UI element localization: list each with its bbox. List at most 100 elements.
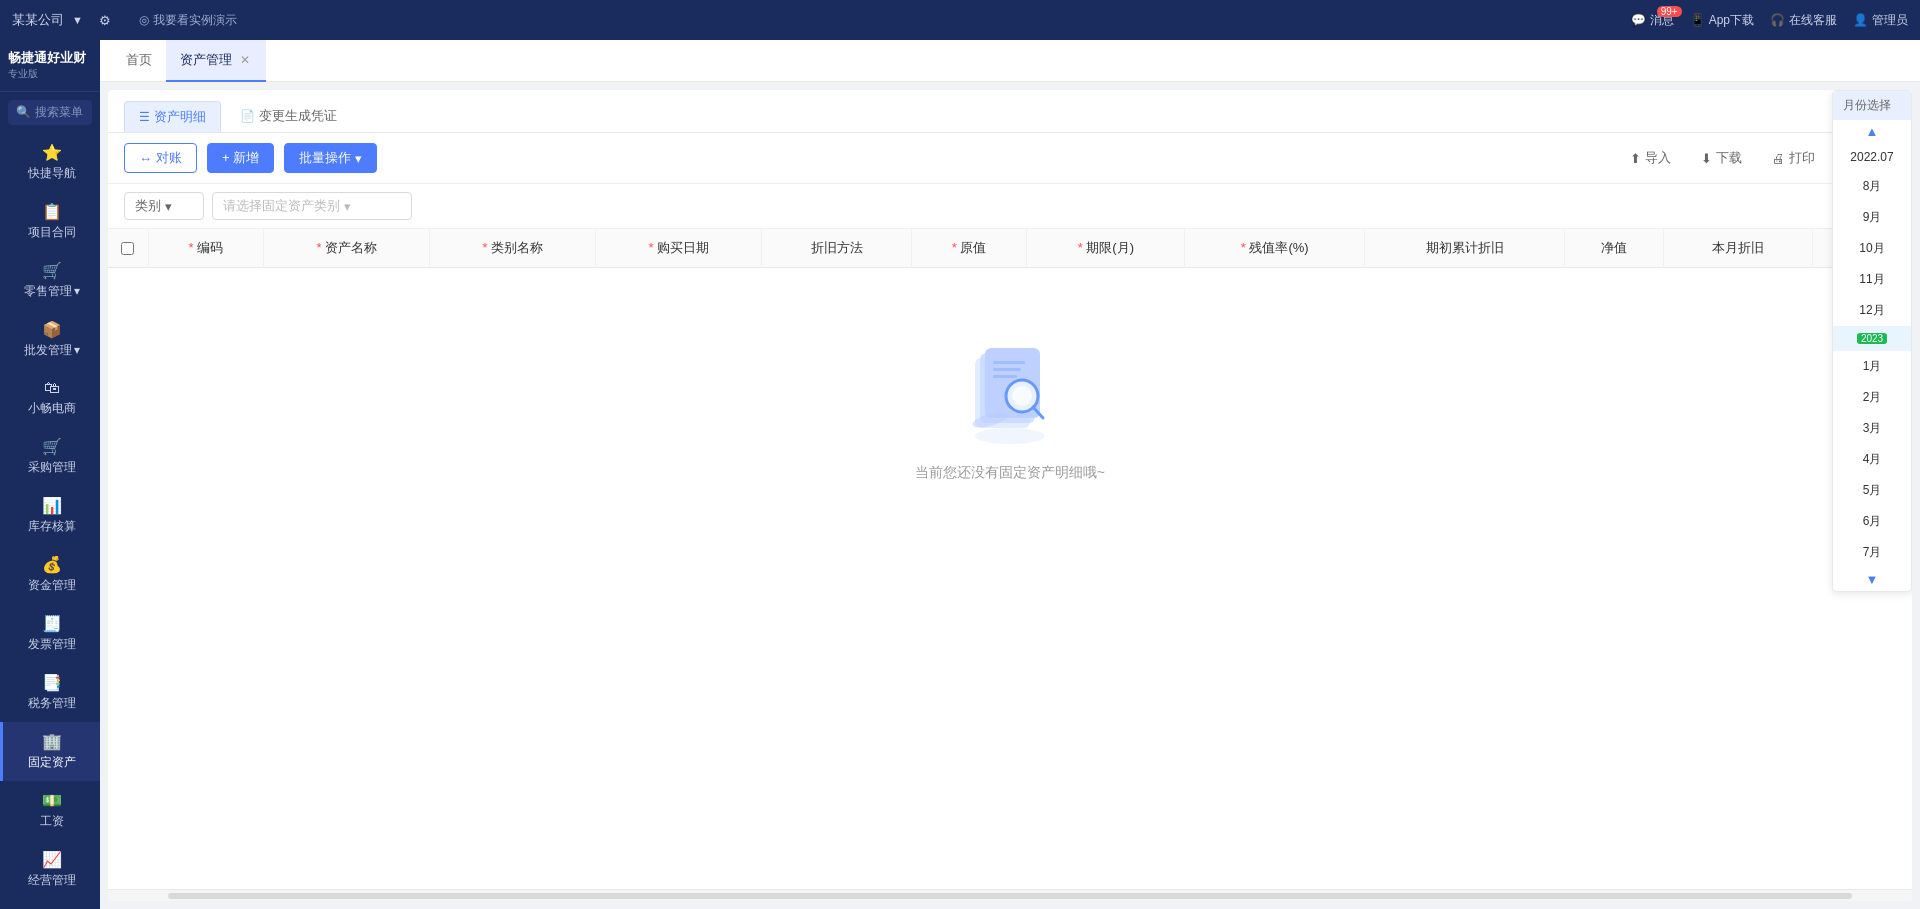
batch-dropdown-icon: ▾ <box>355 151 362 166</box>
download-btn[interactable]: ⬇ 下载 <box>1691 144 1752 172</box>
empty-state: 当前您还没有固定资产明细哦~ <box>108 268 1912 542</box>
user-menu[interactable]: 👤 管理员 <box>1853 12 1908 29</box>
sidebar-item-tax[interactable]: 📑 税务管理 <box>0 663 100 722</box>
month-item-11[interactable]: 11月 <box>1833 264 1911 295</box>
message-icon: 💬 <box>1631 13 1646 27</box>
month-item-1[interactable]: 1月 <box>1833 351 1911 382</box>
sidebar-item-retail[interactable]: 🛒 零售管理 ▾ <box>0 251 100 310</box>
demo-icon: ◎ <box>139 13 149 27</box>
month-item-10[interactable]: 10月 <box>1833 233 1911 264</box>
empty-icon <box>950 328 1070 448</box>
category-select[interactable]: 类别 ▾ <box>124 192 204 220</box>
sub-tab-change-voucher[interactable]: 📄 变更生成凭证 <box>225 100 352 132</box>
top-bar-left: 某某公司 ▼ ⚙ ◎ 我要看实例演示 <box>12 11 1631 29</box>
col-category: * 类别名称 <box>430 229 596 268</box>
toolbar: ↔ 对账 + 新增 批量操作 ▾ ⬆ 导入 ⬇ 下 <box>108 133 1912 184</box>
month-picker-year[interactable]: 2022.07 <box>1833 143 1911 171</box>
category-value-select[interactable]: 请选择固定资产类别 ▾ <box>212 192 412 220</box>
headset-icon: 🎧 <box>1770 13 1785 27</box>
col-code: * 编码 <box>148 229 264 268</box>
sidebar: 畅捷通好业财 专业版 🔍 搜索菜单 ⭐ 快捷导航 📋 项目合同 🛒 零售管理 ▾… <box>0 40 100 909</box>
reconcile-icon: ↔ <box>139 151 152 166</box>
month-item-5[interactable]: 5月 <box>1833 475 1911 506</box>
sub-tabs: ☰ 资产明细 📄 变更生成凭证 <box>108 90 1912 133</box>
month-item-3[interactable]: 3月 <box>1833 413 1911 444</box>
month-item-7[interactable]: 7月 <box>1833 537 1911 568</box>
svg-rect-4 <box>993 361 1025 364</box>
select-all-checkbox[interactable] <box>121 242 134 255</box>
fixed-assets-icon: 🏢 <box>42 732 62 751</box>
table-wrap: * 编码 * 资产名称 * 类别名称 * 购买日期 折旧方法 * 原值 * 期限… <box>108 229 1912 889</box>
col-accumulated-depreciation: 期初累计折旧 <box>1365 229 1565 268</box>
sub-tab-asset-detail[interactable]: ☰ 资产明细 <box>124 101 221 132</box>
fund-icon: 💰 <box>42 555 62 574</box>
month-item-4[interactable]: 4月 <box>1833 444 1911 475</box>
month-picker-up-arrow[interactable]: ▲ <box>1833 120 1911 143</box>
sidebar-item-purchase[interactable]: 🛒 采购管理 <box>0 427 100 486</box>
month-item-2[interactable]: 2月 <box>1833 382 1911 413</box>
col-original-value: * 原值 <box>911 229 1027 268</box>
sidebar-item-invoice[interactable]: 🧾 发票管理 <box>0 604 100 663</box>
settings-icon[interactable]: ⚙ <box>99 13 111 28</box>
sidebar-item-general-ledger[interactable]: 📒 总账管理 <box>0 899 100 909</box>
wholesale-arrow: ▾ <box>74 343 80 357</box>
batch-ops-btn[interactable]: 批量操作 ▾ <box>284 143 377 173</box>
month-picker-down-arrow[interactable]: ▼ <box>1833 568 1911 591</box>
bottom-scroll[interactable] <box>108 889 1912 901</box>
sidebar-item-fund[interactable]: 💰 资金管理 <box>0 545 100 604</box>
online-service-btn[interactable]: 🎧 在线客服 <box>1770 12 1837 29</box>
month-item-9[interactable]: 9月 <box>1833 202 1911 233</box>
reconcile-btn[interactable]: ↔ 对账 <box>124 143 197 173</box>
message-badge: 99+ <box>1657 6 1682 17</box>
col-residual-rate: * 残值率(%) <box>1185 229 1365 268</box>
phone-icon: 📱 <box>1690 13 1705 27</box>
sidebar-item-salary[interactable]: 💵 工资 <box>0 781 100 840</box>
month-item-12[interactable]: 12月 <box>1833 295 1911 326</box>
invoice-icon: 🧾 <box>42 614 62 633</box>
col-checkbox <box>108 229 148 268</box>
tab-close-asset[interactable]: ✕ <box>238 51 252 69</box>
download-icon: ⬇ <box>1701 151 1712 166</box>
category-dropdown-icon: ▾ <box>165 199 172 214</box>
search-icon: 🔍 <box>16 105 31 119</box>
sidebar-item-fixed-assets[interactable]: 🏢 固定资产 <box>0 722 100 781</box>
import-icon: ⬆ <box>1630 151 1641 166</box>
sidebar-item-wholesale[interactable]: 📦 批发管理 ▾ <box>0 310 100 369</box>
col-name: * 资产名称 <box>264 229 430 268</box>
sidebar-item-inventory[interactable]: 📊 库存核算 <box>0 486 100 545</box>
sidebar-item-ecommerce[interactable]: 🛍 小畅电商 <box>0 369 100 427</box>
assets-table: * 编码 * 资产名称 * 类别名称 * 购买日期 折旧方法 * 原值 * 期限… <box>108 229 1912 542</box>
page-content: ☰ 资产明细 📄 变更生成凭证 ↔ 对账 + 新增 批量操作 <box>108 90 1912 901</box>
project-icon: 📋 <box>42 202 62 221</box>
print-btn[interactable]: 🖨 打印 <box>1762 144 1825 172</box>
sidebar-item-project-contract[interactable]: 📋 项目合同 <box>0 192 100 251</box>
col-net-value: 净值 <box>1564 229 1663 268</box>
content-area: 首页 资产管理 ✕ ☰ 资产明细 📄 变更生成凭证 <box>100 40 1920 909</box>
month-item-8[interactable]: 8月 <box>1833 171 1911 202</box>
company-dropdown-icon[interactable]: ▼ <box>72 14 83 26</box>
tab-home[interactable]: 首页 <box>112 40 166 82</box>
retail-arrow: ▾ <box>74 284 80 298</box>
month-item-6[interactable]: 6月 <box>1833 506 1911 537</box>
sidebar-item-quick-nav[interactable]: ⭐ 快捷导航 <box>0 133 100 192</box>
import-btn[interactable]: ⬆ 导入 <box>1620 144 1681 172</box>
search-menu-btn[interactable]: 🔍 搜索菜单 <box>8 100 92 125</box>
tab-asset-mgmt[interactable]: 资产管理 ✕ <box>166 40 266 82</box>
quick-nav-icon: ⭐ <box>42 143 62 162</box>
add-btn[interactable]: + 新增 <box>207 143 274 173</box>
sidebar-item-ops[interactable]: 📈 经营管理 <box>0 840 100 899</box>
list-icon: ☰ <box>139 110 150 124</box>
app-subtitle: 专业版 <box>8 67 92 81</box>
demo-link[interactable]: ◎ 我要看实例演示 <box>139 12 237 29</box>
retail-icon: 🛒 <box>42 261 62 280</box>
company-selector[interactable]: 某某公司 <box>12 11 64 29</box>
svg-point-0 <box>975 428 1045 444</box>
category-value-dropdown-icon: ▾ <box>344 199 351 214</box>
app-download-btn[interactable]: 📱 App下载 <box>1690 12 1754 29</box>
tab-bar: 首页 资产管理 ✕ <box>100 40 1920 82</box>
purchase-icon: 🛒 <box>42 437 62 456</box>
tax-icon: 📑 <box>42 673 62 692</box>
top-bar: 某某公司 ▼ ⚙ ◎ 我要看实例演示 💬 消息 99+ 📱 App下载 🎧 在线… <box>0 0 1920 40</box>
print-icon: 🖨 <box>1772 151 1785 166</box>
message-btn[interactable]: 💬 消息 99+ <box>1631 12 1674 29</box>
